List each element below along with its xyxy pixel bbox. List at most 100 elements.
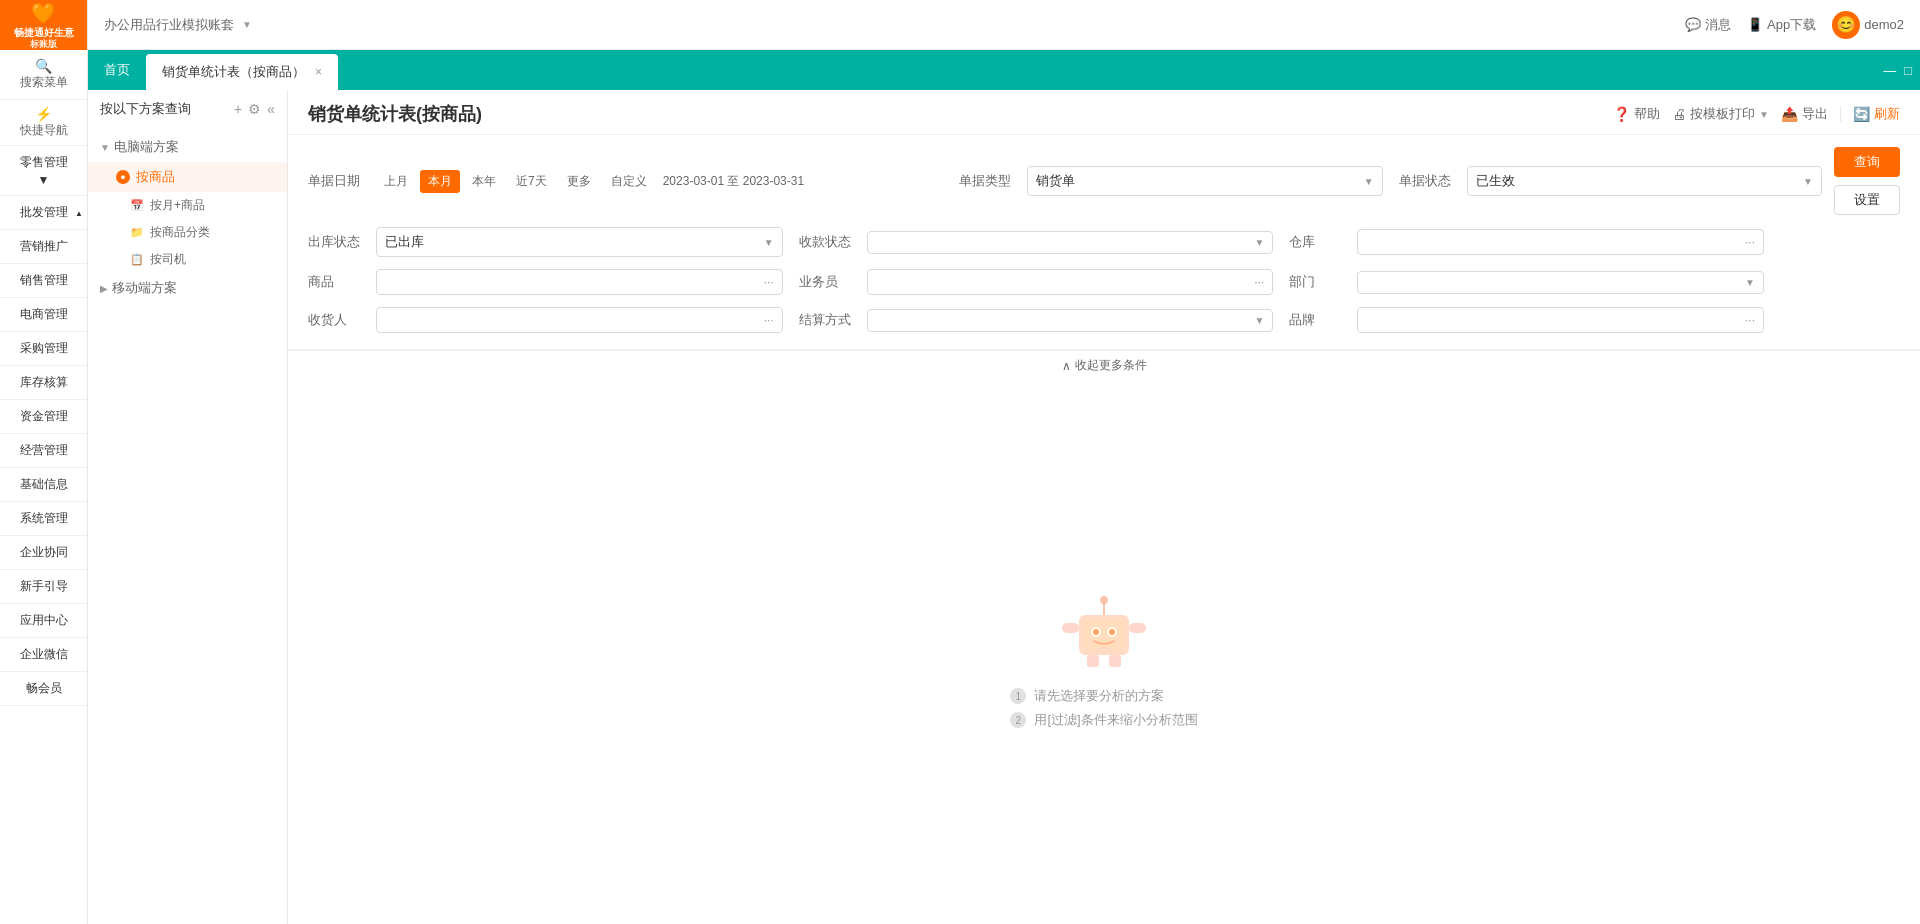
help-icon: ❓	[1613, 106, 1630, 122]
date-tab-current-year[interactable]: 本年	[464, 170, 504, 193]
field-recipient: 收货人 ···	[308, 307, 783, 333]
app-download-btn[interactable]: 📱 App下载	[1747, 16, 1816, 34]
sidebar-item-system[interactable]: 系统管理	[0, 502, 87, 536]
date-tab-current-month[interactable]: 本月	[420, 170, 460, 193]
print-icon: 🖨	[1672, 106, 1686, 122]
sidebar-item-member[interactable]: 畅会员	[0, 672, 87, 706]
sidebar-search[interactable]: 🔍 搜索菜单	[0, 50, 87, 100]
ecommerce-label: 电商管理	[20, 306, 68, 323]
field-settlement: 结算方式 ▼	[799, 309, 1274, 332]
sidebar-item-sales[interactable]: 销售管理	[0, 264, 87, 298]
page-content: 按以下方案查询 + ⚙ « ▼ 电脑端方案 ● 按商品	[88, 90, 1920, 924]
sales-label: 销售管理	[20, 272, 68, 289]
logo-icon: 🧡	[31, 1, 56, 25]
date-tab-7days[interactable]: 近7天	[508, 170, 555, 193]
warehouse-dots: ···	[1745, 235, 1755, 249]
payment-status-input[interactable]: ▼	[867, 231, 1274, 254]
settings-scheme-btn[interactable]: ⚙	[248, 101, 261, 117]
sidebar-item-finance[interactable]: 资金管理	[0, 400, 87, 434]
print-arrow: ▼	[1759, 109, 1769, 120]
empty-svg	[1044, 575, 1164, 675]
salesperson-input[interactable]: ···	[867, 269, 1274, 295]
guide-label: 新手引导	[20, 578, 68, 595]
sidebar-item-guide[interactable]: 新手引导	[0, 570, 87, 604]
empty-state: 1 请先选择要分析的方案 2 用[过滤]条件来缩小分析范围	[288, 380, 1920, 924]
empty-text: 1 请先选择要分析的方案 2 用[过滤]条件来缩小分析范围	[1010, 687, 1197, 729]
dept-input[interactable]: ▼	[1357, 271, 1764, 294]
sidebar-item-retail[interactable]: 零售管理	[0, 146, 87, 196]
print-label: 按模板打印	[1690, 105, 1755, 123]
filter-row-3: 商品 ··· 业务员 ··· 部门	[308, 269, 1900, 295]
collapse-bar[interactable]: ∧ 收起更多条件	[288, 350, 1920, 380]
field-brand: 品牌 ···	[1289, 307, 1764, 333]
settlement-input[interactable]: ▼	[867, 309, 1274, 332]
svg-rect-9	[1109, 655, 1121, 667]
field-warehouse: 仓库 ···	[1289, 229, 1764, 255]
topbar-dropdown-arrow[interactable]: ▼	[242, 19, 252, 30]
stock-status-value: 已出库	[385, 233, 424, 251]
add-scheme-btn[interactable]: +	[234, 101, 242, 117]
date-tab-more[interactable]: 更多	[559, 170, 599, 193]
field-dept: 部门 ▼	[1289, 271, 1764, 294]
sidebar-item-marketing[interactable]: 营销推广	[0, 230, 87, 264]
sidebar-nav-shortcut[interactable]: ⚡ 快捷导航	[0, 100, 87, 146]
product-label: 商品	[308, 273, 368, 291]
doc-status-arrow: ▼	[1803, 176, 1813, 187]
sidebar-item-wechat[interactable]: 企业微信	[0, 638, 87, 672]
sidebar-item-basic[interactable]: 基础信息	[0, 468, 87, 502]
query-button[interactable]: 查询	[1834, 147, 1900, 177]
sidebar-item-operations[interactable]: 经营管理	[0, 434, 87, 468]
filter-row-4: 收货人 ··· 结算方式 ▼ 品牌	[308, 307, 1900, 333]
tab-home[interactable]: 首页	[88, 50, 146, 90]
sidebar-item-appstore[interactable]: 应用中心	[0, 604, 87, 638]
home-tab-label: 首页	[104, 61, 130, 79]
payment-status-arrow: ▼	[1254, 237, 1264, 248]
filter-row-1: 单据日期 上月 本月 本年 近7天 更多 自定义 2023-03-01 至 20…	[308, 147, 1900, 215]
divider	[1840, 106, 1841, 122]
tab-close-icon[interactable]: ×	[315, 65, 322, 79]
tree-mobile-arrow: ▶	[100, 283, 108, 294]
basic-label: 基础信息	[20, 476, 68, 493]
user-profile-btn[interactable]: 😊 demo2	[1832, 11, 1904, 39]
sidebar-item-wholesale[interactable]: 批发管理	[0, 196, 87, 230]
topbar-left: 办公用品行业模拟账套 ▼	[104, 16, 252, 34]
print-btn[interactable]: 🖨 按模板打印 ▼	[1672, 105, 1769, 123]
filter-panel-icons: + ⚙ «	[234, 101, 275, 117]
logo-text: 畅捷通好生意	[14, 27, 74, 39]
tab-sales-report[interactable]: 销货单统计表（按商品） ×	[146, 54, 338, 90]
collapse-label: 收起更多条件	[1075, 357, 1147, 374]
tree-item-by-driver[interactable]: 📋 按司机	[88, 246, 287, 273]
sidebar-item-purchase[interactable]: 采购管理	[0, 332, 87, 366]
messages-label: 消息	[1705, 16, 1731, 34]
stock-status-input[interactable]: 已出库 ▼	[376, 227, 783, 257]
tree-item-by-category[interactable]: 📁 按商品分类	[88, 219, 287, 246]
help-btn[interactable]: ❓ 帮助	[1613, 105, 1660, 123]
page-header: 销货单统计表(按商品) ❓ 帮助 🖨 按模板打印 ▼ 📤 导出	[288, 90, 1920, 135]
date-tab-custom[interactable]: 自定义	[603, 170, 655, 193]
doc-type-input[interactable]: 销货单 ▼	[1027, 166, 1382, 196]
brand-input[interactable]: ···	[1357, 307, 1764, 333]
setup-button[interactable]: 设置	[1834, 185, 1900, 215]
tree-mobile-header[interactable]: ▶ 移动端方案	[88, 273, 287, 303]
sidebar-item-ecommerce[interactable]: 电商管理	[0, 298, 87, 332]
sidebar-item-enterprise[interactable]: 企业协同	[0, 536, 87, 570]
refresh-btn[interactable]: 🔄 刷新	[1853, 105, 1900, 123]
sidebar-item-inventory[interactable]: 库存核算	[0, 366, 87, 400]
messages-btn[interactable]: 💬 消息	[1685, 16, 1731, 34]
active-tab-label: 销货单统计表（按商品）	[162, 63, 305, 81]
field-doc-type: 单据类型 销货单 ▼	[959, 166, 1382, 196]
tree-item-by-month-product[interactable]: 📅 按月+商品	[88, 192, 287, 219]
maximize-btn[interactable]: □	[1904, 63, 1912, 78]
export-btn[interactable]: 📤 导出	[1781, 105, 1828, 123]
tree-item-by-product[interactable]: ● 按商品	[88, 162, 287, 192]
tree-section-mobile: ▶ 移动端方案	[88, 273, 287, 303]
tree-pc-header[interactable]: ▼ 电脑端方案	[88, 132, 287, 162]
recipient-input[interactable]: ···	[376, 307, 783, 333]
warehouse-input[interactable]: ···	[1357, 229, 1764, 255]
field-product: 商品 ···	[308, 269, 783, 295]
doc-status-input[interactable]: 已生效 ▼	[1467, 166, 1822, 196]
product-input[interactable]: ···	[376, 269, 783, 295]
minimize-btn[interactable]: —	[1883, 63, 1896, 78]
date-tab-last-month[interactable]: 上月	[376, 170, 416, 193]
collapse-scheme-btn[interactable]: «	[267, 101, 275, 117]
